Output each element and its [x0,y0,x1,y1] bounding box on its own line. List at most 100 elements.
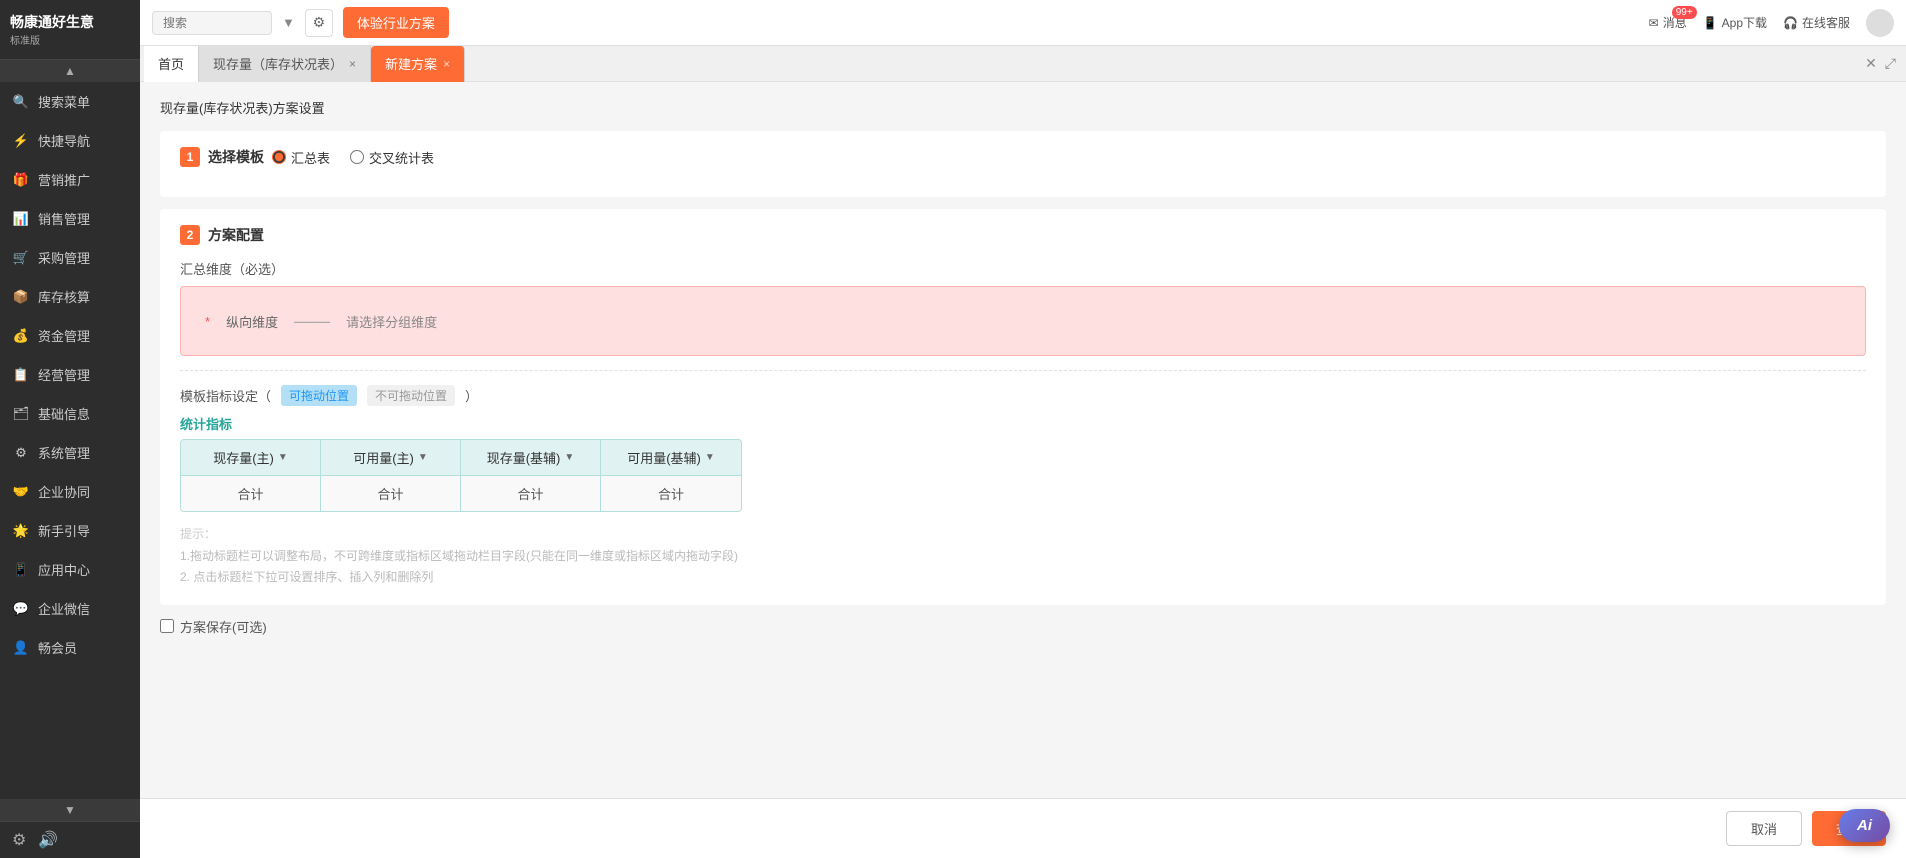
gear-button[interactable]: ⚙ [305,9,333,37]
indicator-label-prefix: 模板指标设定（ [180,386,271,405]
sidebar-icon-operations: 📋 [12,366,30,384]
indicator-header-row: 现存量(主)▼可用量(主)▼现存量(基辅)▼可用量(基辅)▼ [181,440,741,476]
sidebar-icon-procurement: 🛒 [12,249,30,267]
radio-crosstab[interactable]: 交叉统计表 [350,148,434,167]
sidebar-label-search-menu: 搜索菜单 [38,92,90,111]
step2-header: 2 方案配置 [180,225,1866,245]
app-download-button[interactable]: 📱 App下载 [1703,14,1767,31]
dimension-label: 汇总维度（必选） [180,259,1866,278]
sidebar-item-apps[interactable]: 📱应用中心 [0,550,140,589]
chevron-down-icon: ▼ [705,452,715,463]
indicator-data-cell-2: 合计 [461,476,601,511]
indicator-header-cell-0[interactable]: 现存量(主)▼ [181,440,321,475]
sidebar-item-marketing[interactable]: 🎁 营销推广 [0,160,140,199]
sidebar-icon-newbie: 🌟 [12,522,30,540]
indicator-header-cell-2[interactable]: 现存量(基辅)▼ [461,440,601,475]
sidebar-icon-quick-nav: ⚡ [12,132,30,150]
tab-home[interactable]: 首页 [144,46,199,82]
step2-badge: 2 [180,225,200,245]
indicator-data-cell-1: 合计 [321,476,461,511]
tab-new-plan[interactable]: 新建方案 × [371,46,465,82]
ai-float-button[interactable]: Ai [1839,809,1890,842]
sidebar-item-quick-nav[interactable]: ⚡快捷导航 [0,121,140,160]
dropdown-icon[interactable]: ▼ [282,15,295,30]
indicator-header-cell-1[interactable]: 可用量(主)▼ [321,440,461,475]
sidebar-label-contracts: 企业协同 [38,482,90,501]
sidebar-label-basics: 基础信息 [38,404,90,423]
section-divider [180,370,1866,371]
expand-icon[interactable]: ⤢ [1885,55,1896,72]
radio-crosstab-input[interactable] [350,150,364,164]
online-service-button[interactable]: 🎧 在线客服 [1783,14,1850,31]
tab-inventory-status[interactable]: 现存量（库存状况表） × [199,46,371,82]
sidebar-label-procurement: 采购管理 [38,248,90,267]
chevron-down-icon: ▼ [564,452,574,463]
app-download-label: App下载 [1722,14,1767,31]
dim-direction-label: 纵向维度 [226,312,278,331]
app-version: 标准版 [10,32,130,47]
indicator-header-cell-3[interactable]: 可用量(基辅)▼ [601,440,741,475]
radio-crosstab-label: 交叉统计表 [369,148,434,167]
draggable-badge: 可拖动位置 [281,385,357,406]
sidebar-icon-apps: 📱 [12,561,30,579]
sidebar-bottom: ⚙ 🔊 [0,821,140,858]
step1-section: 1 选择模板 汇总表 交叉统计表 [160,131,1886,197]
sidebar-item-operations[interactable]: 📋经营管理 [0,355,140,394]
sidebar-item-member[interactable]: 👤畅会员 [0,628,140,667]
save-checkbox[interactable] [160,619,174,633]
trial-button[interactable]: 体验行业方案 [343,7,449,38]
tabs-right-controls: ✕ ⤢ [1865,55,1906,72]
tip-2: 2. 点击标题栏下拉可设置排序、插入列和删除列 [180,567,1866,589]
radio-summary-input[interactable] [272,150,286,164]
step2-section: 2 方案配置 汇总维度（必选） * 纵向维度 —— 请选择分组维度 模板指标设定… [160,209,1886,605]
tip-1: 1.拖动标题栏可以调整布局，不可跨维度或指标区域拖动栏目字段(只能在同一维度或指… [180,546,1866,568]
sidebar-item-finance[interactable]: 💰 资金管理 [0,316,140,355]
indicator-data-cell-3: 合计 [601,476,741,511]
tab-inventory-close[interactable]: × [349,57,356,71]
sidebar-item-search-menu[interactable]: 🔍 搜索菜单 [0,82,140,121]
sidebar-item-sales[interactable]: 📊 销售管理 [0,199,140,238]
sidebar-icon-search-menu: 🔍 [12,93,30,111]
settings-icon[interactable]: ⚙ [12,830,26,850]
user-avatar[interactable] [1866,9,1894,37]
sidebar-label-marketing: 营销推广 [38,170,90,189]
sidebar-item-newbie[interactable]: 🌟 新手引导 [0,511,140,550]
chevron-down-icon: ▼ [418,452,428,463]
step1-header: 1 选择模板 汇总表 交叉统计表 [180,147,1866,167]
cancel-button[interactable]: 取消 [1726,811,1802,846]
search-input[interactable] [152,11,272,35]
tab-new-plan-close[interactable]: × [443,57,450,71]
sidebar-label-member: 畅会员 [38,638,77,657]
page-title: 现存量(库存状况表)方案设置 [160,98,1886,117]
sidebar-scroll-up[interactable]: ▲ [0,60,140,82]
sidebar-label-wechat: 企业微信 [38,599,90,618]
app-download-icon: 📱 [1703,16,1718,30]
sidebar-item-inventory[interactable]: 📦库存核算 [0,277,140,316]
sidebar-label-finance: 资金管理 [38,326,90,345]
sidebar-label-sales: 销售管理 [38,209,90,228]
sidebar-scroll-down[interactable]: ▼ [0,799,140,821]
stats-label: 统计指标 [180,414,1866,433]
sidebar-label-inventory: 库存核算 [38,287,90,306]
sidebar-item-contracts[interactable]: 🤝 企业协同 [0,472,140,511]
sidebar-item-procurement[interactable]: 🛒 采购管理 [0,238,140,277]
sidebar-item-system[interactable]: ⚙系统管理 [0,433,140,472]
sidebar-label-newbie: 新手引导 [38,521,90,540]
sidebar-item-wechat[interactable]: 💬企业微信 [0,589,140,628]
indicator-label-suffix: ） [465,386,478,405]
speaker-icon[interactable]: 🔊 [38,830,58,850]
radio-summary[interactable]: 汇总表 [272,148,330,167]
step1-label: 选择模板 [208,147,264,167]
close-tab-icon[interactable]: ✕ [1865,55,1877,72]
sidebar-item-basics[interactable]: 🗂 基础信息 [0,394,140,433]
sidebar-icon-sales: 📊 [12,210,30,228]
indicator-table: 现存量(主)▼可用量(主)▼现存量(基辅)▼可用量(基辅)▼ 合计合计合计合计 [180,439,742,512]
sidebar-icon-finance: 💰 [12,327,30,345]
step1-badge: 1 [180,147,200,167]
message-badge: 99+ [1672,6,1697,19]
sidebar-icon-basics: 🗂 [12,405,30,423]
sidebar-label-system: 系统管理 [38,443,90,462]
sidebar-icon-marketing: 🎁 [12,171,30,189]
message-button[interactable]: ✉ 消息 99+ [1649,14,1687,31]
sidebar-icon-contracts: 🤝 [12,483,30,501]
